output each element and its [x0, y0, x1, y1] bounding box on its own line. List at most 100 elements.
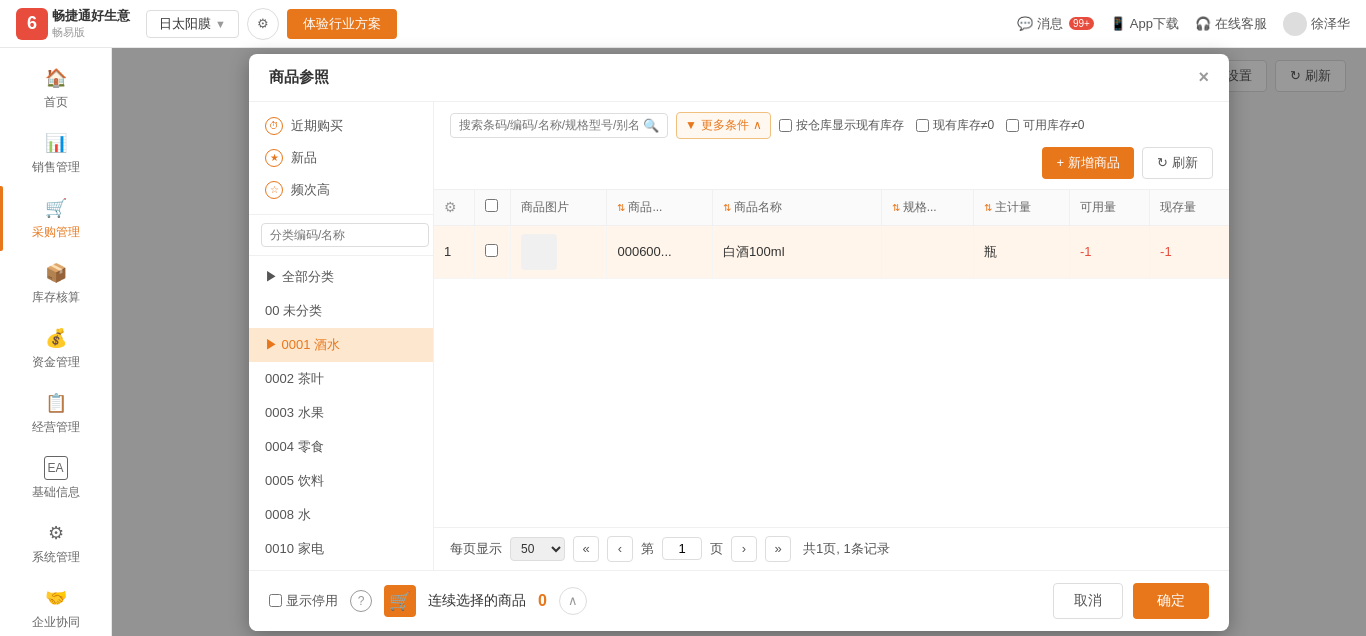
- cat-snack-label: 0004 零食: [265, 438, 324, 456]
- column-settings-icon[interactable]: ⚙: [444, 199, 457, 215]
- row-checkbox[interactable]: [485, 244, 498, 257]
- finance-icon: 💰: [44, 326, 68, 350]
- app-download-nav-item[interactable]: 📱 App下载: [1110, 15, 1179, 33]
- company-name: 日太阳膜: [159, 15, 211, 33]
- trial-button[interactable]: 体验行业方案: [287, 9, 397, 39]
- footer-right: 取消 确定: [1053, 583, 1209, 619]
- cell-unit: 瓶: [974, 225, 1070, 278]
- sales-icon: 📊: [44, 131, 68, 155]
- home-icon: 🏠: [44, 66, 68, 90]
- category-fruit[interactable]: 0003 水果: [249, 396, 433, 430]
- sidebar-item-inventory[interactable]: 📦 库存核算: [0, 251, 111, 316]
- sidebar-item-home[interactable]: 🏠 首页: [0, 56, 111, 121]
- shortcut-frequent[interactable]: ☆ 频次高: [249, 174, 433, 206]
- search-magnifier-icon[interactable]: 🔍: [643, 118, 659, 133]
- next-page-button[interactable]: ›: [731, 536, 757, 562]
- total-info: 共1页, 1条记录: [803, 540, 890, 558]
- main-layout: 🏠 首页 📊 销售管理 🛒 采购管理 📦 库存核算 💰 资金管理 📋 经营管理 …: [0, 48, 1366, 636]
- dialog-header: 商品参照 ×: [249, 54, 1229, 102]
- frequent-icon: ☆: [265, 181, 283, 199]
- category-all[interactable]: ▶ 全部分类: [249, 260, 433, 294]
- sidebar-item-operation[interactable]: 📋 经营管理: [0, 381, 111, 446]
- sidebar-item-enterprise[interactable]: 🤝 企业协同: [0, 576, 111, 636]
- product-search-input[interactable]: [459, 118, 639, 132]
- cell-name: 白酒100ml: [713, 225, 882, 278]
- cart-icon[interactable]: 🛒: [384, 585, 416, 617]
- online-service-label: 在线客服: [1215, 15, 1267, 33]
- cat-tea-label: 0002 茶叶: [265, 370, 324, 388]
- th-code-content: ⇅ 商品...: [617, 199, 702, 216]
- page-size-select[interactable]: 50 100: [510, 537, 565, 561]
- category-uncategorized[interactable]: 00 未分类: [249, 294, 433, 328]
- th-image-label: 商品图片: [521, 199, 569, 216]
- last-page-button[interactable]: »: [765, 536, 791, 562]
- table-body: 1 000600... 白酒100ml: [434, 225, 1229, 278]
- settings-icon[interactable]: ⚙: [247, 8, 279, 40]
- show-disabled-label[interactable]: 显示停用: [269, 592, 338, 610]
- refresh-button[interactable]: ↻ 刷新: [1142, 147, 1213, 179]
- category-list: ▶ 全部分类 00 未分类 ▶ 0001 酒水 0002 茶叶: [249, 256, 433, 570]
- prev-page-button[interactable]: ‹: [607, 536, 633, 562]
- category-liquor[interactable]: ▶ 0001 酒水: [249, 328, 433, 362]
- table-row[interactable]: 1 000600... 白酒100ml: [434, 225, 1229, 278]
- category-appliance[interactable]: 0010 家电: [249, 532, 433, 566]
- warehouse-stock-checkbox[interactable]: [779, 119, 792, 132]
- add-product-button[interactable]: + 新增商品: [1042, 147, 1134, 179]
- sort-icon-name: ⇅: [723, 202, 731, 213]
- shortcut-new[interactable]: ★ 新品: [249, 142, 433, 174]
- cancel-button[interactable]: 取消: [1053, 583, 1123, 619]
- warehouse-stock-filter[interactable]: 按仓库显示现有库存: [779, 117, 904, 134]
- nonzero-stock-checkbox[interactable]: [916, 119, 929, 132]
- th-image-content: 商品图片: [521, 199, 597, 216]
- online-service-nav-item[interactable]: 🎧 在线客服: [1195, 15, 1267, 33]
- cat-fruit-label: 0003 水果: [265, 404, 324, 422]
- sidebar-label-sales: 销售管理: [32, 159, 80, 176]
- sidebar-item-sales[interactable]: 📊 销售管理: [0, 121, 111, 186]
- select-all-checkbox[interactable]: [485, 199, 498, 212]
- logo-subtitle: 畅易版: [52, 25, 130, 40]
- sidebar-item-basicinfo[interactable]: EA 基础信息: [0, 446, 111, 511]
- toolbar-right-actions: + 新增商品 ↻ 刷新: [1042, 147, 1213, 179]
- category-search-input[interactable]: [261, 223, 429, 247]
- category-tea[interactable]: 0002 茶叶: [249, 362, 433, 396]
- category-snack[interactable]: 0004 零食: [249, 430, 433, 464]
- th-stock: 现存量: [1150, 190, 1229, 226]
- shortcut-recent[interactable]: ⏱ 近期购买: [249, 110, 433, 142]
- first-page-button[interactable]: «: [573, 536, 599, 562]
- company-selector[interactable]: 日太阳膜 ▼: [146, 10, 239, 38]
- nonzero-available-filter[interactable]: 可用库存≠0: [1006, 117, 1084, 134]
- dialog-footer: 显示停用 ? 🛒 连续选择的商品 0 ∧ 取消 确定: [249, 570, 1229, 631]
- collapse-footer-button[interactable]: ∧: [559, 587, 587, 615]
- page-label: 第: [641, 540, 654, 558]
- basicinfo-icon: EA: [44, 456, 68, 480]
- cell-index: 1: [434, 225, 474, 278]
- mobile-icon: 📱: [1110, 16, 1126, 31]
- dialog-close-button[interactable]: ×: [1198, 68, 1209, 86]
- message-icon: 💬: [1017, 16, 1033, 31]
- refresh-label: 刷新: [1172, 154, 1198, 172]
- warehouse-stock-label: 按仓库显示现有库存: [796, 117, 904, 134]
- nonzero-available-checkbox[interactable]: [1006, 119, 1019, 132]
- th-index: ⚙: [434, 190, 474, 226]
- th-stock-content: 现存量: [1160, 199, 1219, 216]
- category-drink[interactable]: 0005 饮料: [249, 464, 433, 498]
- message-nav-item[interactable]: 💬 消息 99+: [1017, 15, 1094, 33]
- th-available: 可用量: [1069, 190, 1149, 226]
- help-icon[interactable]: ?: [350, 590, 372, 612]
- user-avatar-nav-item[interactable]: 徐泽华: [1283, 12, 1350, 36]
- confirm-button[interactable]: 确定: [1133, 583, 1209, 619]
- filter-icon: ▼: [685, 118, 697, 132]
- sidebar-item-system[interactable]: ⚙ 系统管理: [0, 511, 111, 576]
- more-filter-button[interactable]: ▼ 更多条件 ∧: [676, 112, 771, 139]
- th-name-content: ⇅ 商品名称: [723, 199, 871, 216]
- th-code: ⇅ 商品...: [607, 190, 713, 226]
- sidebar-item-finance[interactable]: 💰 资金管理: [0, 316, 111, 381]
- sidebar-item-purchase[interactable]: 🛒 采购管理: [0, 186, 111, 251]
- page-number-input[interactable]: [662, 537, 702, 560]
- show-disabled-checkbox[interactable]: [269, 594, 282, 607]
- operation-icon: 📋: [44, 391, 68, 415]
- category-water[interactable]: 0008 水: [249, 498, 433, 532]
- sidebar-label-purchase: 采购管理: [32, 224, 80, 241]
- nonzero-stock-filter[interactable]: 现有库存≠0: [916, 117, 994, 134]
- headset-icon: 🎧: [1195, 16, 1211, 31]
